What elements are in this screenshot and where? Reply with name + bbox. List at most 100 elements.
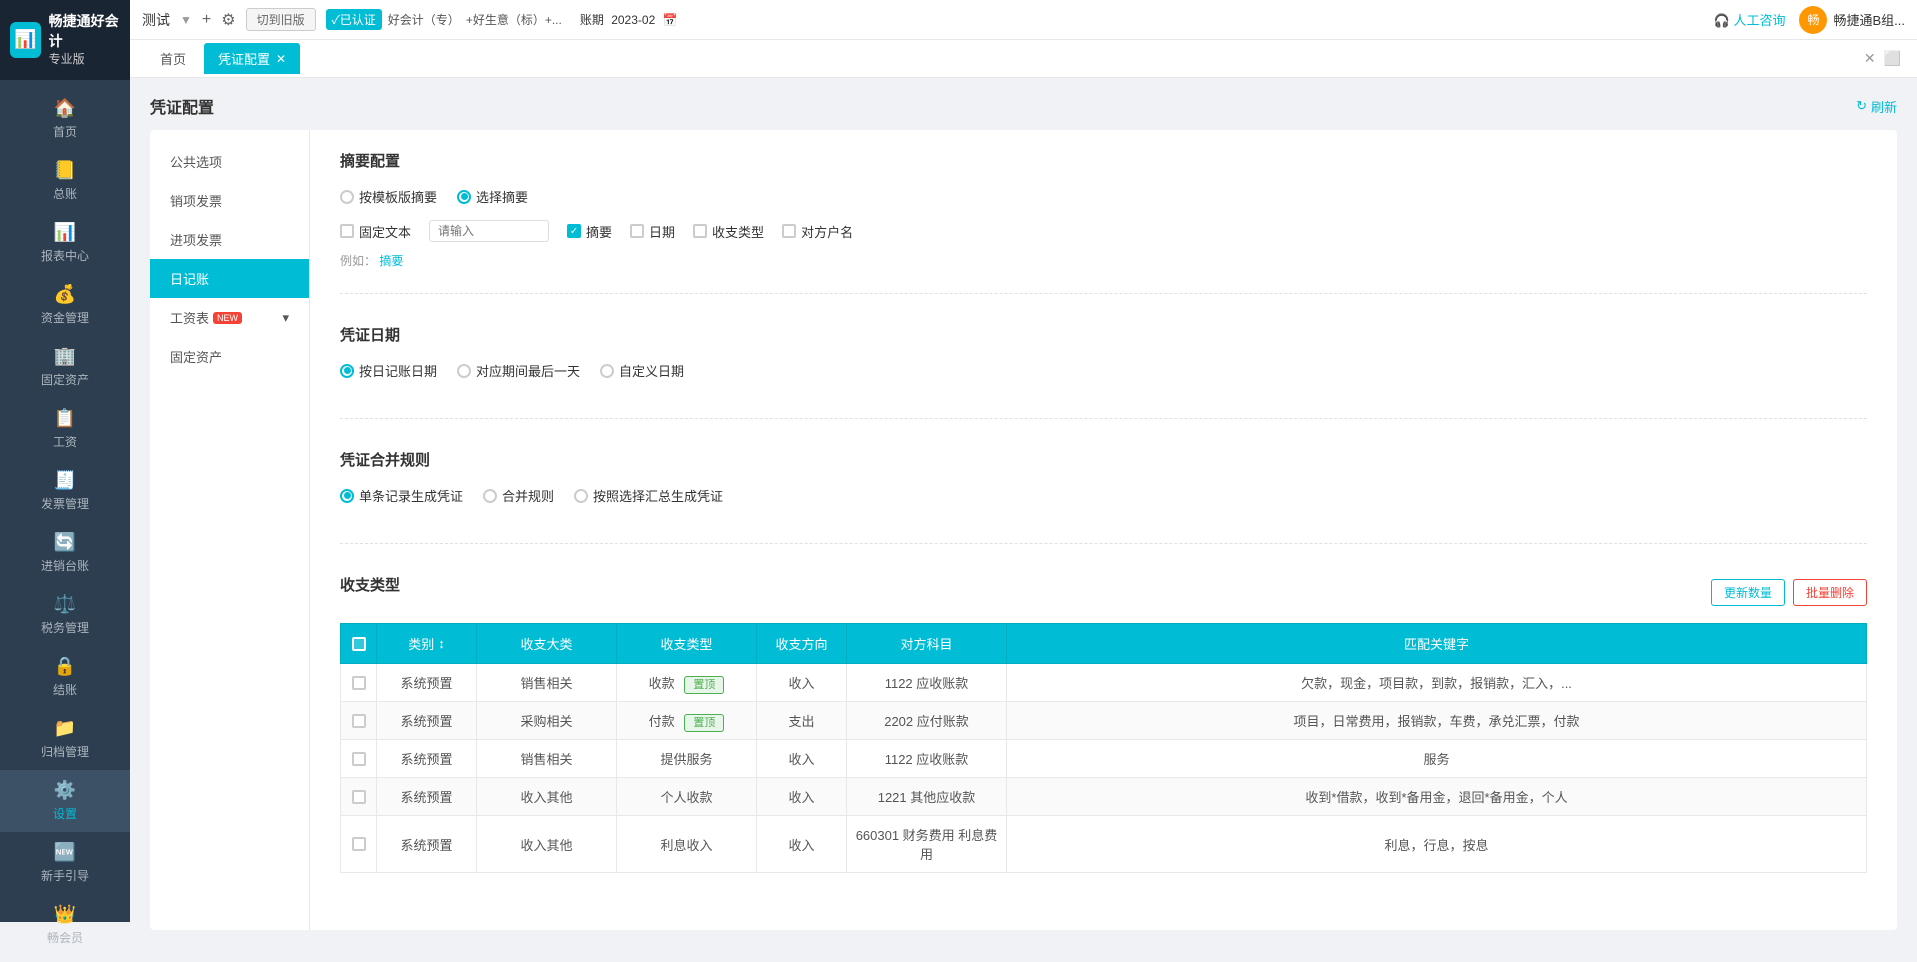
- sidebar-item-tax[interactable]: ⚖️ 税务管理: [0, 584, 130, 646]
- radio-template[interactable]: 按模板版摘要: [340, 187, 437, 206]
- update-button[interactable]: 更新数量: [1711, 579, 1785, 606]
- summary-title: 摘要配置: [340, 150, 1867, 171]
- add-button[interactable]: +: [202, 11, 211, 29]
- sidebar-item-closing[interactable]: 🔒 结账: [0, 646, 130, 708]
- sidebar-item-assets[interactable]: 🏢 固定资产: [0, 336, 130, 398]
- radio-select[interactable]: 选择摘要: [457, 187, 528, 206]
- sidebar-item-settings[interactable]: ⚙️ 设置: [0, 770, 130, 832]
- table-row: 系统预置 销售相关 收款 置顶 收入 1122 应收账款 欠款，现金，项目款，到…: [341, 664, 1867, 702]
- select-all-checkbox[interactable]: [352, 637, 366, 651]
- tab-home[interactable]: 首页: [146, 43, 200, 74]
- checkbox-fixed-text[interactable]: 固定文本: [340, 222, 411, 241]
- sidebar-item-funds[interactable]: 💰 资金管理: [0, 274, 130, 336]
- row-keyword-0: 欠款，现金，项目款，到款，报销款，汇入，...: [1007, 664, 1867, 702]
- row-check-2[interactable]: [341, 740, 377, 778]
- radio-custom-date[interactable]: 自定义日期: [600, 361, 684, 380]
- radio-single[interactable]: 单条记录生成凭证: [340, 486, 463, 505]
- sidebar-item-label: 设置: [53, 805, 77, 822]
- user-menu[interactable]: 畅 畅捷通B组...: [1799, 6, 1905, 34]
- payroll-icon: 📋: [54, 408, 76, 429]
- dropdown-arrow-icon[interactable]: ▼: [180, 13, 192, 27]
- row-keyword-3: 收到*借款，收到*备用金，退回*备用金，个人: [1007, 778, 1867, 816]
- sidebar-item-purchase[interactable]: 🔄 进销台账: [0, 522, 130, 584]
- right-panel: 摘要配置 按模板版摘要 选择摘要: [310, 130, 1897, 930]
- period-label: 账期 2023-02 📅: [580, 11, 678, 28]
- good-business-tag: +好生意（标）+...: [466, 11, 562, 28]
- sidebar-item-home[interactable]: 🏠 首页: [0, 88, 130, 150]
- row-type-4: 利息收入: [617, 816, 757, 873]
- row-check-1[interactable]: [341, 702, 377, 740]
- page-title: 凭证配置: [150, 94, 214, 118]
- radio-select-summary[interactable]: 按照选择汇总生成凭证: [574, 486, 723, 505]
- income-header: 收支类型 更新数量 批量删除: [340, 574, 1867, 611]
- radio-journal-date[interactable]: 按日记账日期: [340, 361, 437, 380]
- top-tag-0[interactable]: 置顶: [684, 676, 724, 694]
- tab-close-icon[interactable]: ✕: [276, 52, 286, 66]
- checkbox-box-summary: ✓: [567, 224, 581, 238]
- checkbox-income-type[interactable]: 收支类型: [693, 222, 764, 241]
- sidebar-item-archive[interactable]: 📁 归档管理: [0, 708, 130, 770]
- refresh-button[interactable]: ↻ 刷新: [1856, 97, 1897, 116]
- radio-period-last[interactable]: 对应期间最后一天: [457, 361, 580, 380]
- row-major-3: 收入其他: [477, 778, 617, 816]
- sidebar-item-label: 进销台账: [41, 557, 89, 574]
- left-menu-payroll-table[interactable]: 工资表 NEW ▾: [150, 298, 309, 337]
- row-direction-1: 支出: [757, 702, 847, 740]
- sidebar-item-label: 新手引导: [41, 867, 89, 884]
- table-header-row: 类别 ↕ 收支大类 收支类型 收支方向 对方科目 匹配关键字: [341, 624, 1867, 664]
- row-check-3[interactable]: [341, 778, 377, 816]
- top-tag-1[interactable]: 置顶: [684, 714, 724, 732]
- checkbox-counterpart[interactable]: 对方户名: [782, 222, 853, 241]
- sort-icon: ↕: [438, 636, 445, 651]
- radio-merge[interactable]: 合并规则: [483, 486, 554, 505]
- fixed-text-input[interactable]: [429, 220, 549, 242]
- reports-icon: 📊: [54, 222, 76, 243]
- logo-icon: 📊: [10, 22, 41, 58]
- closing-icon: 🔒: [54, 656, 76, 677]
- service-button[interactable]: 🎧 人工咨询: [1714, 10, 1786, 29]
- calendar-icon[interactable]: 📅: [663, 13, 678, 27]
- close-window-icon[interactable]: ✕: [1864, 50, 1876, 67]
- table-row: 系统预置 收入其他 个人收款 收入 1221 其他应收款 收到*借款，收到*备用…: [341, 778, 1867, 816]
- left-menu-sales-invoice[interactable]: 销项发票: [150, 181, 309, 220]
- row-check-0[interactable]: [341, 664, 377, 702]
- row-subject-3: 1221 其他应收款: [847, 778, 1007, 816]
- row-keyword-4: 利息，行息，按息: [1007, 816, 1867, 873]
- switch-version-button[interactable]: 切到旧版: [246, 8, 316, 31]
- row-category-3: 系统预置: [377, 778, 477, 816]
- left-menu-public[interactable]: 公共选项: [150, 142, 309, 181]
- radio-circle-template: [340, 190, 354, 204]
- left-menu-fixed-assets[interactable]: 固定资产: [150, 337, 309, 376]
- left-menu-daily-ledger[interactable]: 日记账: [150, 259, 309, 298]
- avatar: 畅: [1799, 6, 1827, 34]
- sidebar-item-invoice[interactable]: 🧾 发票管理: [0, 460, 130, 522]
- good-account-tag: 好会计（专）: [388, 11, 460, 28]
- batch-delete-button[interactable]: 批量删除: [1793, 579, 1867, 606]
- settings-icon: ⚙️: [54, 780, 76, 801]
- sidebar-item-payroll[interactable]: 📋 工资: [0, 398, 130, 460]
- sidebar-item-guide[interactable]: 🆕 新手引导: [0, 832, 130, 894]
- checkbox-row: 固定文本 ✓ 摘要 日期 收支类型: [340, 220, 1867, 242]
- topbar-settings-icon[interactable]: ⚙: [221, 10, 235, 30]
- date-radio-group: 按日记账日期 对应期间最后一天 自定义日期: [340, 361, 1867, 380]
- th-type: 收支类型: [617, 624, 757, 664]
- sidebar-item-ledger[interactable]: 📒 总账: [0, 150, 130, 212]
- summary-radio-group: 按模板版摘要 选择摘要: [340, 187, 1867, 206]
- checkbox-summary[interactable]: ✓ 摘要: [567, 222, 612, 241]
- row-subject-2: 1122 应收账款: [847, 740, 1007, 778]
- sidebar-item-reports[interactable]: 📊 报表中心: [0, 212, 130, 274]
- radio-circle-period: [457, 364, 471, 378]
- left-menu-purchase-invoice[interactable]: 进项发票: [150, 220, 309, 259]
- th-check[interactable]: [341, 624, 377, 664]
- row-major-0: 销售相关: [477, 664, 617, 702]
- row-direction-3: 收入: [757, 778, 847, 816]
- maximize-icon[interactable]: ⬜: [1884, 50, 1901, 67]
- tab-voucher-config[interactable]: 凭证配置 ✕: [204, 43, 300, 74]
- tax-icon: ⚖️: [54, 594, 76, 615]
- main-layout: 首页 凭证配置 ✕ ✕ ⬜ 凭证配置 ↻ 刷新 公共选项 销项发票 进项发票 日…: [130, 40, 1917, 946]
- row-direction-4: 收入: [757, 816, 847, 873]
- merge-rules-title: 凭证合并规则: [340, 449, 1867, 470]
- row-check-4[interactable]: [341, 816, 377, 873]
- sidebar-item-label: 固定资产: [41, 371, 89, 388]
- checkbox-date[interactable]: 日期: [630, 222, 675, 241]
